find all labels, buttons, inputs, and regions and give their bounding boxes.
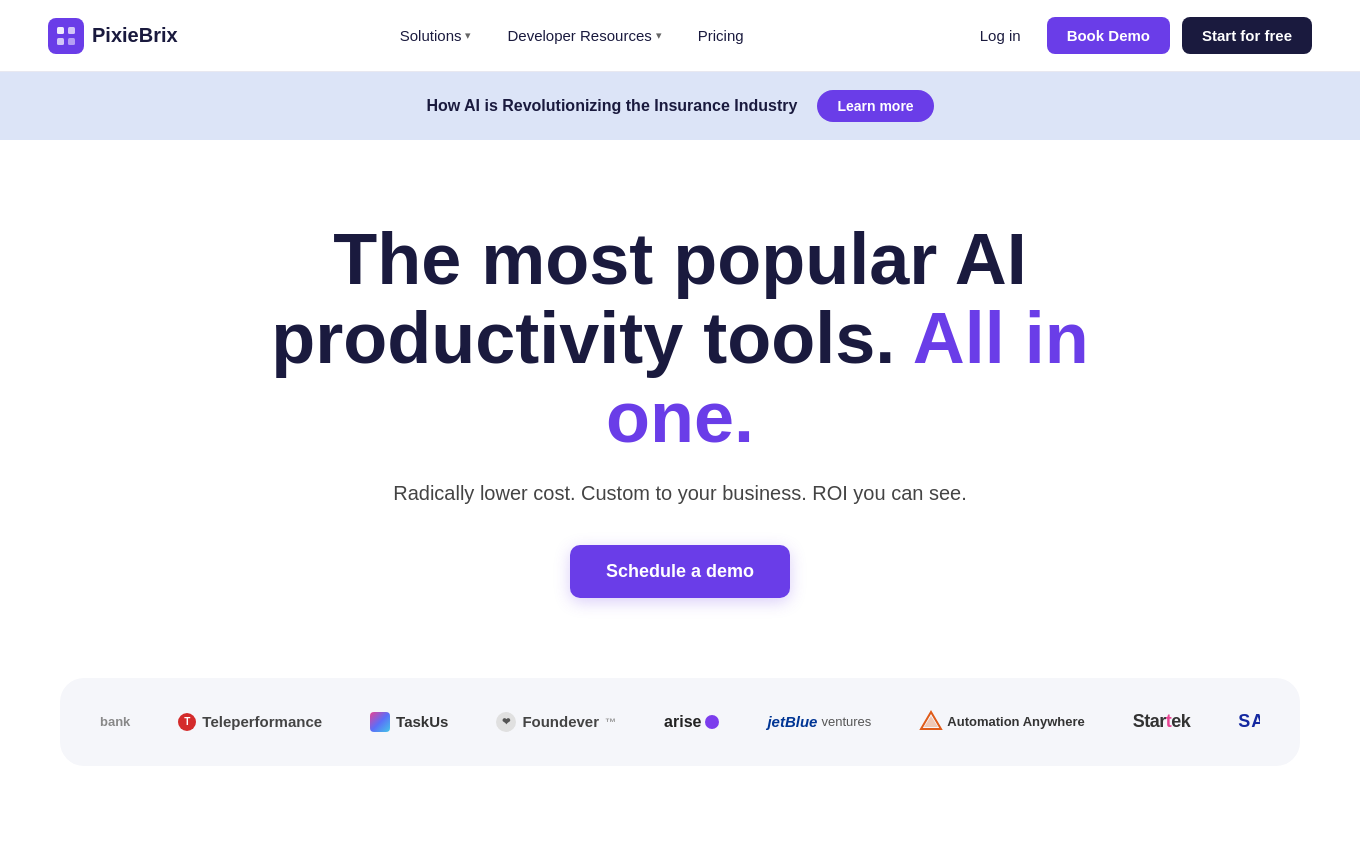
- nav-pricing[interactable]: Pricing: [684, 19, 758, 52]
- teleperformance-icon: T: [178, 713, 196, 731]
- svg-rect-2: [57, 38, 64, 45]
- announcement-banner: How AI is Revolutionizing the Insurance …: [0, 72, 1360, 140]
- hero-title: The most popular AI productivity tools. …: [230, 220, 1130, 458]
- hero-section: The most popular AI productivity tools. …: [0, 140, 1360, 658]
- chevron-down-icon: ▾: [656, 29, 662, 42]
- list-item: arise: [664, 713, 719, 731]
- svg-rect-1: [68, 27, 75, 34]
- list-item: SAMSUNG: [1238, 711, 1260, 732]
- nav-solutions[interactable]: Solutions ▾: [386, 19, 486, 52]
- start-free-button[interactable]: Start for free: [1182, 17, 1312, 54]
- arise-icon: [705, 715, 719, 729]
- list-item: ❤ Foundever ™: [496, 712, 616, 732]
- learn-more-button[interactable]: Learn more: [817, 90, 933, 122]
- nav-links: Solutions ▾ Developer Resources ▾ Pricin…: [386, 19, 758, 52]
- hero-subtitle: Radically lower cost. Custom to your bus…: [393, 482, 967, 505]
- list-item: Automation Anywhere: [919, 710, 1084, 734]
- taskus-icon: [370, 712, 390, 732]
- book-demo-button[interactable]: Book Demo: [1047, 17, 1170, 54]
- logos-band: bank T Teleperformance TaskUs ❤ Foundeve…: [60, 678, 1300, 766]
- automation-anywhere-icon: [919, 710, 943, 734]
- list-item: TaskUs: [370, 712, 448, 732]
- list-item: jetBlue ventures: [767, 713, 871, 730]
- chevron-down-icon: ▾: [465, 29, 471, 42]
- list-item: T Teleperformance: [178, 713, 322, 731]
- logo-link[interactable]: PixieBrix: [48, 18, 178, 54]
- banner-text: How AI is Revolutionizing the Insurance …: [426, 97, 797, 115]
- nav-developer-resources[interactable]: Developer Resources ▾: [493, 19, 675, 52]
- list-item: bank: [100, 714, 130, 729]
- logos-track: bank T Teleperformance TaskUs ❤ Foundeve…: [100, 710, 1260, 734]
- foundever-icon: ❤: [496, 712, 516, 732]
- schedule-demo-button[interactable]: Schedule a demo: [570, 545, 790, 598]
- list-item: Startek: [1133, 711, 1191, 732]
- svg-rect-3: [68, 38, 75, 45]
- svg-rect-0: [57, 27, 64, 34]
- logo-icon: [48, 18, 84, 54]
- nav-right: Log in Book Demo Start for free: [966, 17, 1312, 54]
- login-button[interactable]: Log in: [966, 19, 1035, 52]
- logo-text: PixieBrix: [92, 24, 178, 47]
- navbar: PixieBrix Solutions ▾ Developer Resource…: [0, 0, 1360, 72]
